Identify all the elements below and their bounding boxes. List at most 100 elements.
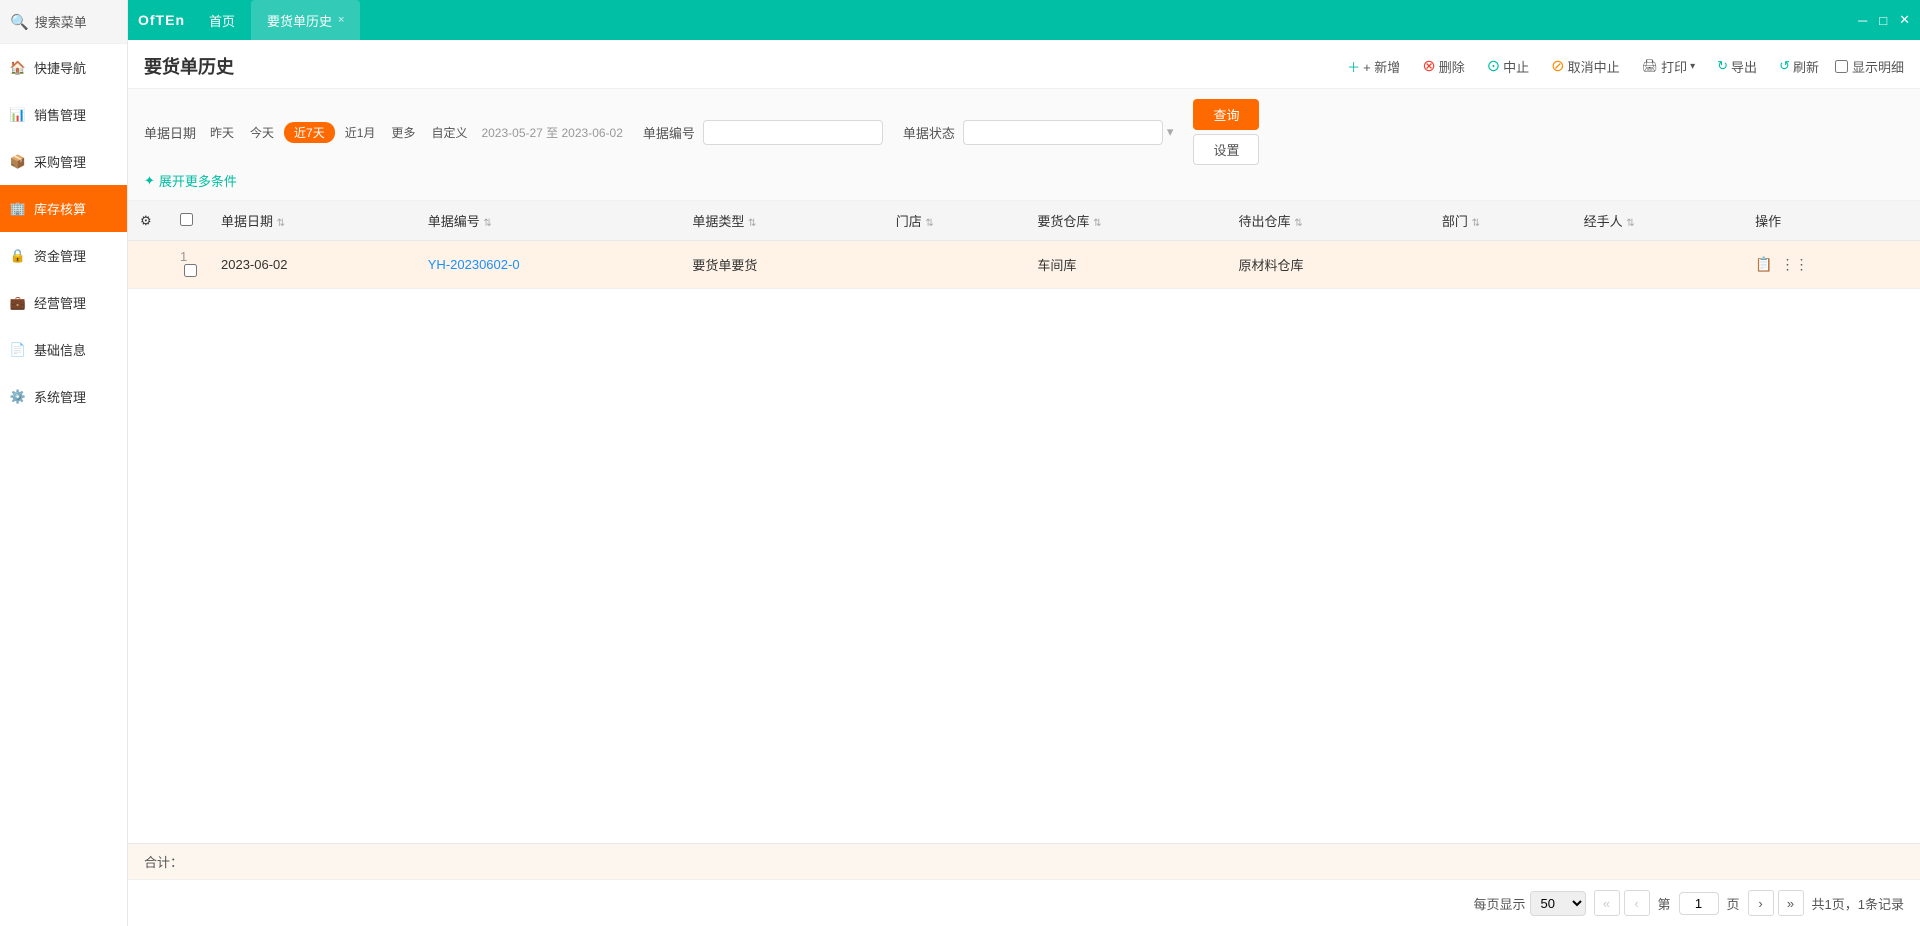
tab-home[interactable]: 首页 <box>193 0 251 40</box>
next-page-btn[interactable]: › <box>1748 890 1774 916</box>
op-edit-icon[interactable]: ⋮⋮ <box>1781 256 1809 273</box>
page-nav: « ‹ 第 页 › » <box>1594 890 1804 916</box>
select-all-checkbox[interactable] <box>180 213 193 226</box>
sidebar-item-purchase[interactable]: 📦 采购管理 <box>0 138 127 185</box>
cell-doc-date: 2023-06-02 <box>209 241 416 289</box>
status-input[interactable] <box>963 120 1163 145</box>
th-doc-type: 单据类型 ⇅ <box>680 201 883 241</box>
new-button[interactable]: ＋ + 新增 <box>1341 53 1406 80</box>
per-page-select[interactable]: 50 100 200 <box>1530 891 1586 916</box>
sidebar-item-sales[interactable]: 📊 销售管理 <box>0 91 127 138</box>
box-icon: 📦 <box>10 154 26 170</box>
op-icons: 📋 ⋮⋮ <box>1755 256 1908 273</box>
sort-icon-dept[interactable]: ⇅ <box>1472 218 1480 229</box>
window-minimize[interactable]: ─ <box>1858 13 1867 28</box>
cell-pending-warehouse: 原材料仓库 <box>1227 241 1430 289</box>
page-title: 要货单历史 <box>144 53 234 79</box>
sidebar-item-operations[interactable]: 💼 经营管理 <box>0 279 127 326</box>
th-doc-date-label: 单据日期 <box>221 214 273 229</box>
sidebar-label-shortcut: 快捷导航 <box>34 58 86 77</box>
main-area: OfTEn 首页 要货单历史 × ─ □ ✕ 要货单历史 ＋ + 新增 ⊗ <box>128 0 1920 926</box>
th-department: 部门 ⇅ <box>1430 201 1572 241</box>
export-label: 导出 <box>1731 57 1757 76</box>
th-check[interactable] <box>168 201 209 241</box>
chart-icon: 📊 <box>10 107 26 123</box>
display-toggle[interactable]: 显示明细 <box>1835 57 1904 76</box>
page-header: 要货单历史 ＋ + 新增 ⊗ 删除 ⊙ 中止 ⊘ 取消中止 <box>128 40 1920 89</box>
sidebar-item-shortcut[interactable]: 🏠 快捷导航 <box>0 44 127 91</box>
sort-icon-type[interactable]: ⇅ <box>748 218 756 229</box>
date-range-display: 2023-05-27 至 2023-06-02 <box>481 124 622 141</box>
filter-actions: 查询 设置 <box>1193 99 1259 165</box>
new-label: + 新增 <box>1363 57 1400 76</box>
sidebar-item-finance[interactable]: 🔒 资金管理 <box>0 232 127 279</box>
date-btn-today[interactable]: 今天 <box>244 122 280 143</box>
date-btn-1month[interactable]: 近1月 <box>339 122 382 143</box>
stop-label: 中止 <box>1503 57 1529 76</box>
window-close[interactable]: ✕ <box>1899 12 1910 28</box>
status-dropdown-icon[interactable]: ▾ <box>1167 124 1174 140</box>
date-btn-yesterday[interactable]: 昨天 <box>204 122 240 143</box>
date-btn-7days[interactable]: 近7天 <box>284 122 335 143</box>
page-label-before: 第 <box>1658 894 1671 913</box>
sort-icon-date[interactable]: ⇅ <box>277 218 285 229</box>
export-button[interactable]: ↻ 导出 <box>1711 53 1763 80</box>
delete-button[interactable]: ⊗ 删除 <box>1416 52 1470 80</box>
th-store: 门店 ⇅ <box>884 201 1026 241</box>
op-view-icon[interactable]: 📋 <box>1755 256 1772 273</box>
sidebar-search[interactable]: 🔍 搜索菜单 <box>0 0 127 44</box>
sidebar-item-inventory[interactable]: 🏢 库存核算 <box>0 185 127 232</box>
settings-button[interactable]: 设置 <box>1193 134 1259 165</box>
refresh-button[interactable]: ↺ 刷新 <box>1773 53 1825 80</box>
tab-close-icon[interactable]: × <box>338 14 344 26</box>
sort-icon-handler[interactable]: ⇅ <box>1626 218 1634 229</box>
sidebar: 🔍 搜索菜单 🏠 快捷导航 📊 销售管理 📦 采购管理 🏢 库存核算 🔒 资金管… <box>0 0 128 926</box>
sort-icon-store[interactable]: ⇅ <box>925 218 933 229</box>
pagination-bar: 每页显示 50 100 200 « ‹ 第 页 › » 共1页，1条记录 <box>128 879 1920 926</box>
export-icon: ↻ <box>1717 58 1728 74</box>
expand-label: 展开更多条件 <box>159 171 237 190</box>
window-maximize[interactable]: □ <box>1879 13 1887 28</box>
expand-more[interactable]: ✦ 展开更多条件 <box>144 171 1904 190</box>
per-page-label: 每页显示 <box>1473 894 1525 913</box>
sort-icon-pending[interactable]: ⇅ <box>1294 218 1302 229</box>
sort-icon-req[interactable]: ⇅ <box>1093 218 1101 229</box>
sidebar-item-system[interactable]: ⚙️ 系统管理 <box>0 373 127 420</box>
tab-active[interactable]: 要货单历史 × <box>251 0 360 40</box>
cell-department <box>1430 241 1572 289</box>
search-icon: 🔍 <box>10 13 29 31</box>
th-pending-warehouse-label: 待出仓库 <box>1239 214 1291 229</box>
row-checkbox[interactable] <box>184 264 197 277</box>
query-button[interactable]: 查询 <box>1193 99 1259 130</box>
footer-label: 合计： <box>144 852 183 871</box>
tab-active-label: 要货单历史 <box>267 11 332 30</box>
date-btn-custom[interactable]: 自定义 <box>425 122 473 143</box>
row-number: 1 <box>180 249 187 264</box>
prev-page-btn[interactable]: ‹ <box>1624 890 1650 916</box>
page-label: 页 <box>1727 894 1740 913</box>
date-btn-more[interactable]: 更多 <box>385 122 421 143</box>
print-button[interactable]: 🖨 打印 ▾ <box>1636 53 1702 80</box>
th-req-warehouse: 要货仓库 ⇅ <box>1025 201 1226 241</box>
th-settings[interactable]: ⚙ <box>128 201 168 241</box>
th-pending-warehouse: 待出仓库 ⇅ <box>1227 201 1430 241</box>
delete-label: 删除 <box>1439 57 1465 76</box>
first-page-btn[interactable]: « <box>1594 890 1620 916</box>
plus-icon: ＋ <box>1347 57 1360 76</box>
display-checkbox[interactable] <box>1835 60 1848 73</box>
chevron-down-icon: ✦ <box>144 173 155 189</box>
stop-button[interactable]: ⊙ 中止 <box>1481 52 1535 80</box>
cell-check[interactable]: 1 <box>168 241 209 289</box>
refresh-label: 刷新 <box>1793 57 1819 76</box>
document-icon: 📄 <box>10 342 26 358</box>
table-row: 1 2023-06-02 YH-20230602-0 要货单要货 车间库 原材料… <box>128 241 1920 289</box>
doc-number-link[interactable]: YH-20230602-0 <box>428 257 520 272</box>
sort-icon-number[interactable]: ⇅ <box>483 218 491 229</box>
last-page-btn[interactable]: » <box>1778 890 1804 916</box>
cell-doc-number[interactable]: YH-20230602-0 <box>416 241 681 289</box>
th-doc-number-label: 单据编号 <box>428 214 480 229</box>
cancel-stop-button[interactable]: ⊘ 取消中止 <box>1545 52 1625 80</box>
page-input[interactable] <box>1679 892 1719 915</box>
docnum-input[interactable] <box>703 120 883 145</box>
sidebar-item-basic[interactable]: 📄 基础信息 <box>0 326 127 373</box>
